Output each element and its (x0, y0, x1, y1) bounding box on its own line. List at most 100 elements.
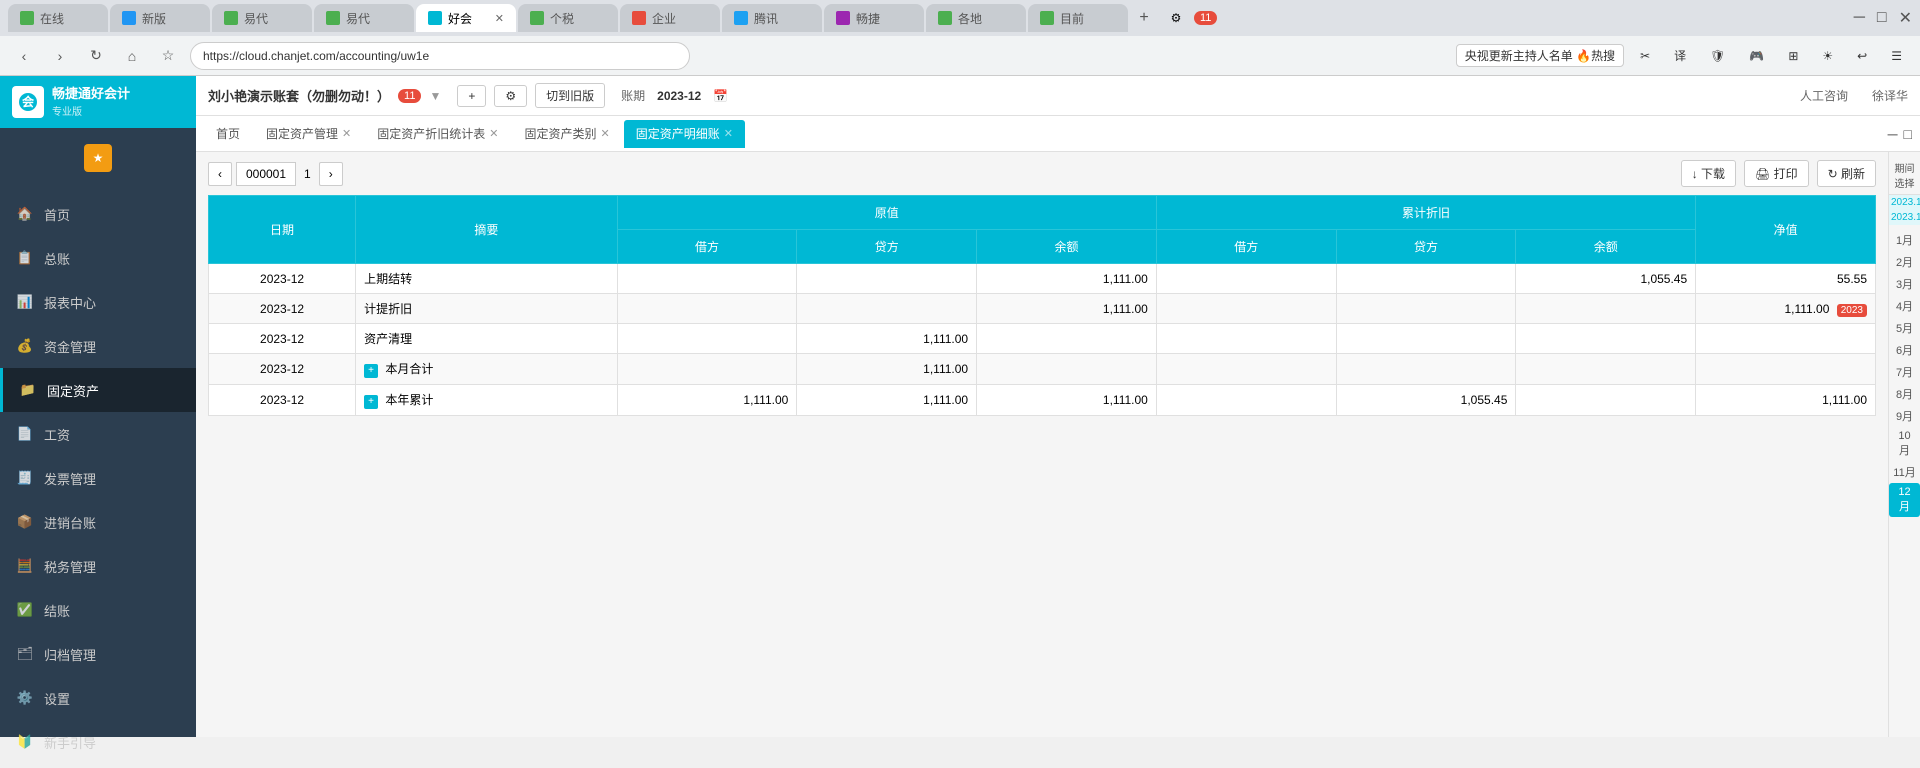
browser-tab-9[interactable]: 各地 (926, 4, 1026, 32)
tab-detail-close[interactable]: ✕ (724, 127, 733, 140)
sidebar-item-fixed-assets[interactable]: 📁 固定资产 (0, 368, 196, 412)
back-button[interactable]: ‹ (10, 42, 38, 70)
settings-gear-button[interactable]: ⚙ (494, 85, 527, 107)
sidebar-item-general-ledger[interactable]: 📋 总账 (0, 236, 196, 280)
period-month-12[interactable]: 12月 (1889, 483, 1920, 517)
sidebar-item-tax[interactable]: 🧮 税务管理 (0, 544, 196, 588)
browser-tab-0[interactable]: 在线 (8, 4, 108, 32)
tab-depreciation-close[interactable]: ✕ (489, 127, 498, 140)
sidebar-item-label-reports: 报表中心 (44, 293, 96, 312)
cell-orig-balance-1: 1,111.00 (977, 294, 1157, 324)
home-button[interactable]: ⌂ (118, 42, 146, 70)
expand-icon[interactable]: ▼ (429, 89, 441, 103)
search-box[interactable]: 央视更新主持人名单 🔥热搜 (1456, 44, 1624, 67)
refresh-button[interactable]: ↻ 刷新 (1817, 160, 1876, 187)
sidebar-item-closing[interactable]: ✅ 结账 (0, 588, 196, 632)
sidebar-item-archive[interactable]: 🗂 归档管理 (0, 632, 196, 676)
funds-icon: 💰 (16, 337, 34, 355)
period-month-8[interactable]: 8月 (1889, 383, 1920, 405)
browser-tab-label-4: 好会 (448, 10, 472, 27)
window-maximize[interactable]: □ (1877, 9, 1887, 27)
tab-fixed-assets-management[interactable]: 固定资产管理 ✕ (254, 120, 363, 148)
forward-button[interactable]: › (46, 42, 74, 70)
sidebar-item-funds[interactable]: 💰 资金管理 (0, 324, 196, 368)
shield-button[interactable]: 🛡 (1702, 47, 1733, 65)
page-input[interactable] (236, 162, 296, 186)
browser-tab-7[interactable]: 腾讯 (722, 4, 822, 32)
cell-orig-debit-2 (617, 324, 797, 354)
tab-area-maximize[interactable]: □ (1904, 126, 1912, 142)
browser-tab-close-4[interactable]: ✕ (495, 12, 504, 25)
period-month-9[interactable]: 9月 (1889, 405, 1920, 427)
period-month-1[interactable]: 1月 (1889, 229, 1920, 251)
period-month-5[interactable]: 5月 (1889, 317, 1920, 339)
new-tab-button[interactable]: + (1130, 4, 1158, 32)
browser-tab-3[interactable]: 易代 (314, 4, 414, 32)
th-original-value: 原值 (617, 196, 1156, 230)
period-month-11[interactable]: 11月 (1889, 461, 1920, 483)
game-button[interactable]: 🎮 (1741, 47, 1772, 65)
sidebar-item-inventory[interactable]: 📦 进销台账 (0, 500, 196, 544)
period-month-10[interactable]: 10月 (1889, 427, 1920, 461)
sidebar-item-payroll[interactable]: 📄 工资 (0, 412, 196, 456)
extensions-button[interactable]: ✂ (1632, 47, 1658, 65)
tab-depreciation-stats[interactable]: 固定资产折旧统计表 ✕ (365, 120, 510, 148)
browser-tab-5[interactable]: 个税 (518, 4, 618, 32)
menu-button[interactable]: ☰ (1883, 47, 1910, 65)
browser-tab-2[interactable]: 易代 (212, 4, 312, 32)
sidebar: 会 畅捷通好会计 专业版 ★ 🏠 首页 📋 总账 📊 报表中心 (0, 76, 196, 737)
period-month-4[interactable]: 4月 (1889, 295, 1920, 317)
favorite-button[interactable]: ★ (84, 144, 112, 172)
print-button[interactable]: 🖨 打印 (1744, 160, 1809, 187)
tab-fixed-assets-close[interactable]: ✕ (342, 127, 351, 140)
tab-asset-detail[interactable]: 固定资产明细账 ✕ (624, 120, 745, 148)
browser-tab-6[interactable]: 企业 (620, 4, 720, 32)
browser-tab-4[interactable]: 好会 ✕ (416, 4, 516, 32)
tax-icon: 🧮 (16, 557, 34, 575)
page-number: 1 (300, 167, 315, 181)
cell-net-0: 55.55 (1696, 264, 1876, 294)
tab-category-close[interactable]: ✕ (601, 127, 610, 140)
layout-button[interactable]: ⊞ (1780, 47, 1806, 65)
sidebar-item-settings[interactable]: ⚙️ 设置 (0, 676, 196, 720)
translate-button[interactable]: 译 (1666, 45, 1694, 66)
subtotal-icon-4: + (364, 395, 378, 409)
switch-version-button[interactable]: 切到旧版 (535, 83, 605, 108)
cell-accum-balance-1 (1516, 294, 1696, 324)
period-month-6[interactable]: 6月 (1889, 339, 1920, 361)
bookmark-button[interactable]: ☆ (154, 42, 182, 70)
period-sidebar: 期间选择 2023.12 2023.12 1月 2月 3月 4月 5月 6月 7… (1888, 152, 1920, 737)
address-input[interactable] (190, 42, 690, 70)
next-page-button[interactable]: › (319, 162, 343, 186)
prev-page-button[interactable]: ‹ (208, 162, 232, 186)
browser-tab-8[interactable]: 畅捷 (824, 4, 924, 32)
browser-tab-label-0: 在线 (40, 10, 64, 27)
table-row: 2023-12 资产清理 1,111.00 (209, 324, 1876, 354)
reload-button[interactable]: ↻ (82, 42, 110, 70)
sidebar-item-guide[interactable]: 🔰 新手引导 (0, 720, 196, 764)
sidebar-item-home[interactable]: 🏠 首页 (0, 192, 196, 236)
brightness-button[interactable]: ☀ (1814, 47, 1841, 65)
tab-home[interactable]: 首页 (204, 120, 252, 148)
tab-settings-icon[interactable]: ⚙ (1164, 6, 1188, 30)
period-edit-icon[interactable]: 📅 (713, 89, 728, 103)
username[interactable]: 徐译华 (1872, 87, 1908, 104)
tab-asset-category[interactable]: 固定资产类别 ✕ (512, 120, 621, 148)
period-month-7[interactable]: 7月 (1889, 361, 1920, 383)
browser-tab-10[interactable]: 目前 (1028, 4, 1128, 32)
cell-accum-credit-2 (1336, 324, 1516, 354)
period-month-3[interactable]: 3月 (1889, 273, 1920, 295)
history-button[interactable]: ↩ (1849, 47, 1875, 65)
browser-tab-1[interactable]: 新版 (110, 4, 210, 32)
cell-orig-credit-4: 1,111.00 (797, 385, 977, 416)
human-service-button[interactable]: 人工咨询 (1800, 87, 1848, 104)
period-month-2[interactable]: 2月 (1889, 251, 1920, 273)
window-close[interactable]: ✕ (1899, 8, 1912, 28)
add-account-button[interactable]: + (457, 85, 486, 107)
download-button[interactable]: ↓ 下载 (1681, 160, 1736, 187)
company-name[interactable]: 刘小艳演示账套（勿删勿动！） (208, 86, 390, 105)
window-minimize[interactable]: ─ (1854, 9, 1865, 27)
sidebar-item-invoices[interactable]: 🧾 发票管理 (0, 456, 196, 500)
tab-area-minimize[interactable]: ─ (1888, 126, 1898, 142)
sidebar-item-reports[interactable]: 📊 报表中心 (0, 280, 196, 324)
